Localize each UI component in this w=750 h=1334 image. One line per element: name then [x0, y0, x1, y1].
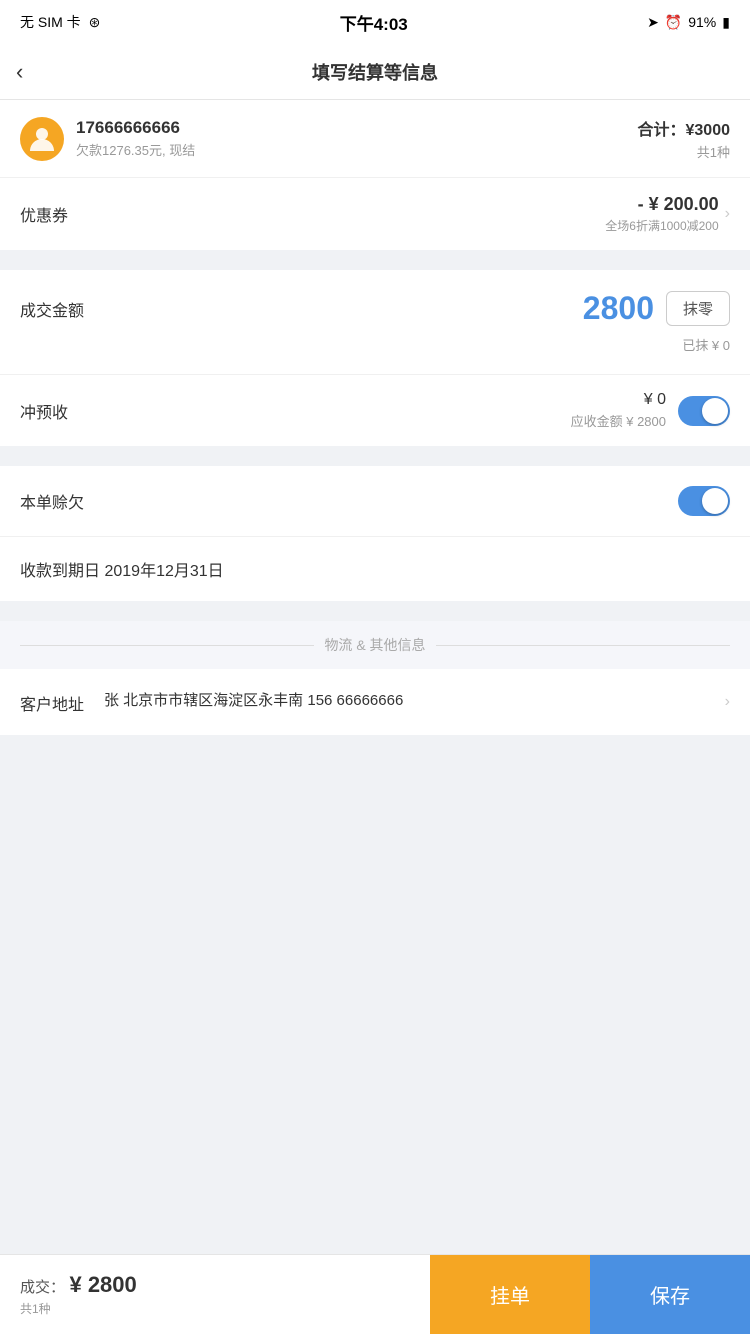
status-time: 下午4:03 — [340, 10, 408, 35]
amount-section: 成交金额 2800 抹零 已抹 ¥ 0 — [0, 270, 750, 374]
prepay-amount: ¥ 0 — [571, 391, 666, 409]
amount-card: 成交金额 2800 抹零 已抹 ¥ 0 冲预收 ¥ 0 应收金额 ¥ 2800 — [0, 270, 750, 446]
total-label: 合计：¥3000 — [637, 116, 730, 140]
debt-label: 本单赊欠 — [20, 489, 84, 513]
battery-icon: ▮ — [722, 14, 730, 31]
coupon-right: - ¥ 200.00 全场6折满1000减200 › — [605, 194, 730, 234]
customer-phone: 17666666666 — [76, 118, 195, 138]
status-right: ➤ ⏰ 91% ▮ — [647, 14, 730, 31]
save-button[interactable]: 保存 — [590, 1255, 750, 1334]
prepay-sub: 应收金额 ¥ 2800 — [571, 411, 666, 430]
avatar-icon — [27, 124, 57, 154]
amount-row: 成交金额 2800 抹零 — [20, 290, 730, 327]
logistics-label: 物流 & 其他信息 — [324, 635, 425, 655]
total-count: 共1种 — [637, 142, 730, 161]
address-row[interactable]: 客户地址 张 北京市市辖区海淀区永丰南 156 66666666 › — [0, 669, 750, 735]
coupon-label: 优惠券 — [20, 202, 68, 226]
customer-sub: 欠款1276.35元, 现结 — [76, 140, 195, 159]
customer-right: 合计：¥3000 共1种 — [637, 116, 730, 161]
bottom-total-row: 成交： ¥ 2800 — [20, 1272, 410, 1298]
status-bar: 无 SIM 卡 ⊛ 下午4:03 ➤ ⏰ 91% ▮ — [0, 0, 750, 44]
customer-card: 17666666666 欠款1276.35元, 现结 合计：¥3000 共1种 … — [0, 100, 750, 250]
amount-label: 成交金额 — [20, 297, 84, 321]
divider-line-left — [20, 645, 314, 646]
battery-text: 91% — [688, 14, 716, 30]
bottom-summary: 成交： ¥ 2800 共1种 — [0, 1272, 430, 1317]
hold-button[interactable]: 挂单 — [430, 1255, 590, 1334]
customer-row: 17666666666 欠款1276.35元, 现结 合计：¥3000 共1种 — [0, 100, 750, 177]
prepay-detail: ¥ 0 应收金额 ¥ 2800 — [571, 391, 666, 430]
gray-area — [0, 735, 750, 875]
avatar — [20, 117, 64, 161]
amount-value: 2800 — [583, 290, 654, 327]
coupon-desc: 全场6折满1000减200 — [605, 217, 718, 234]
coupon-discount: - ¥ 200.00 — [605, 194, 718, 215]
due-date-row: 收款到期日 2019年12月31日 — [0, 536, 750, 601]
prepay-label: 冲预收 — [20, 399, 68, 423]
coupon-row[interactable]: 优惠券 - ¥ 200.00 全场6折满1000减200 › — [0, 177, 750, 250]
prepay-row: 冲预收 ¥ 0 应收金额 ¥ 2800 — [0, 374, 750, 446]
prepay-toggle[interactable] — [678, 396, 730, 426]
divider-line-right — [436, 645, 730, 646]
round-button[interactable]: 抹零 — [666, 291, 730, 326]
alarm-icon: ⏰ — [665, 14, 682, 31]
address-chevron-icon: › — [725, 693, 730, 711]
amount-right: 2800 抹零 — [583, 290, 730, 327]
back-button[interactable]: ‹ — [16, 59, 23, 85]
debt-card: 本单赊欠 收款到期日 2019年12月31日 — [0, 466, 750, 601]
main-content: 17666666666 欠款1276.35元, 现结 合计：¥3000 共1种 … — [0, 100, 750, 975]
due-date-label: 收款到期日 — [20, 563, 100, 580]
bottom-bar: 成交： ¥ 2800 共1种 挂单 保存 — [0, 1254, 750, 1334]
bottom-total-label: 成交： — [20, 1279, 65, 1296]
sim-text: 无 SIM 卡 — [20, 12, 81, 32]
coupon-chevron-icon: › — [725, 205, 730, 223]
section-divider-3 — [0, 611, 750, 621]
nav-bar: ‹ 填写结算等信息 — [0, 44, 750, 100]
logistics-divider: 物流 & 其他信息 — [0, 621, 750, 669]
coupon-detail: - ¥ 200.00 全场6折满1000减200 — [605, 194, 718, 234]
section-divider-1 — [0, 260, 750, 270]
status-left: 无 SIM 卡 ⊛ — [20, 12, 100, 32]
amount-sub: 已抹 ¥ 0 — [20, 335, 730, 354]
bottom-count: 共1种 — [20, 1300, 410, 1317]
page-title: 填写结算等信息 — [312, 59, 438, 85]
customer-left: 17666666666 欠款1276.35元, 现结 — [20, 117, 195, 161]
debt-toggle[interactable] — [678, 486, 730, 516]
location-icon: ➤ — [647, 14, 659, 31]
address-label: 客户地址 — [20, 691, 84, 715]
debt-section: 本单赊欠 — [0, 466, 750, 536]
customer-info: 17666666666 欠款1276.35元, 现结 — [76, 118, 195, 159]
address-value: 张 北京市市辖区海淀区永丰南 156 66666666 — [104, 689, 725, 713]
section-divider-2 — [0, 456, 750, 466]
wifi-icon: ⊛ — [89, 14, 101, 31]
due-date-value: 2019年12月31日 — [104, 563, 223, 580]
prepay-right: ¥ 0 应收金额 ¥ 2800 — [571, 391, 730, 430]
bottom-total-value: ¥ 2800 — [69, 1272, 136, 1297]
